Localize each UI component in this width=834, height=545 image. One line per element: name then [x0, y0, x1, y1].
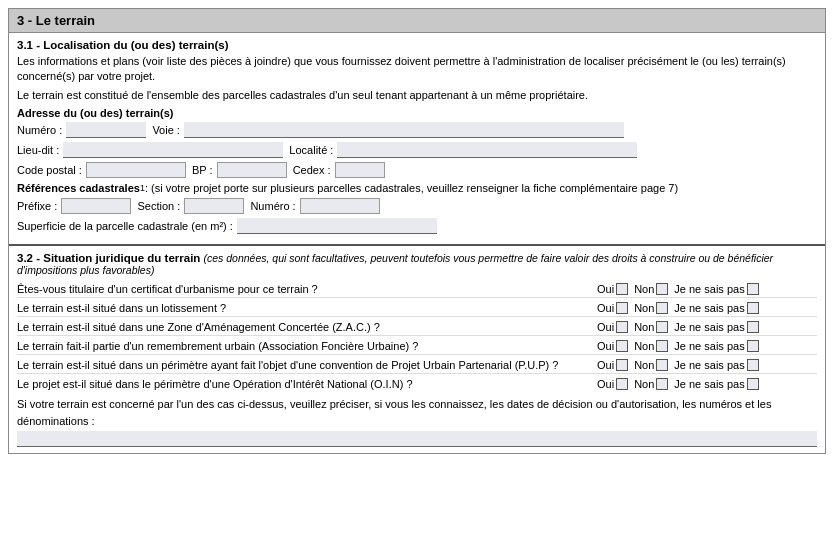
- adresse-label: Adresse du (ou des) terrain(s): [17, 107, 817, 119]
- section-cad-input[interactable]: [184, 198, 244, 214]
- checkbox-non-3[interactable]: [656, 321, 668, 333]
- subsection2-title: 3.2 - Situation juridique du terrain: [17, 252, 200, 264]
- checkbox-saispas-6[interactable]: [747, 378, 759, 390]
- final-label: Si votre terrain est concerné par l'un d…: [17, 398, 771, 427]
- checkbox-oui-3[interactable]: [616, 321, 628, 333]
- answer-saispas-4: Je ne sais pas: [674, 340, 758, 352]
- bp-input[interactable]: [217, 162, 287, 178]
- answer-oui-1: Oui: [597, 283, 628, 295]
- answer-group-5: Oui Non Je ne sais pas: [597, 359, 817, 371]
- lieudit-input[interactable]: [63, 142, 283, 158]
- answer-oui-5: Oui: [597, 359, 628, 371]
- checkbox-non-4[interactable]: [656, 340, 668, 352]
- question-text-3: Le terrain est-il situé dans une Zone d'…: [17, 321, 597, 333]
- answer-oui-3: Oui: [597, 321, 628, 333]
- answer-saispas-2: Je ne sais pas: [674, 302, 758, 314]
- refs-desc: : (si votre projet porte sur plusieurs p…: [145, 182, 678, 194]
- localite-input[interactable]: [337, 142, 637, 158]
- voie-input[interactable]: [184, 122, 624, 138]
- answer-saispas-1: Je ne sais pas: [674, 283, 758, 295]
- localite-label: Localité :: [289, 144, 333, 156]
- checkbox-oui-2[interactable]: [616, 302, 628, 314]
- prefixe-label: Préfixe :: [17, 200, 57, 212]
- subsection1-title: 3.1 - Localisation du (ou des) terrain(s…: [17, 39, 817, 51]
- question-text-2: Le terrain est-il situé dans un lotissem…: [17, 302, 597, 314]
- answer-non-2: Non: [634, 302, 668, 314]
- answer-non-4: Non: [634, 340, 668, 352]
- question-text-4: Le terrain fait-il partie d'un remembrem…: [17, 340, 597, 352]
- answer-group-2: Oui Non Je ne sais pas: [597, 302, 817, 314]
- question-row-5: Le terrain est-il situé dans un périmètr…: [17, 357, 817, 374]
- numero-label: Numéro :: [17, 124, 62, 136]
- superficie-input[interactable]: [237, 218, 437, 234]
- checkbox-oui-6[interactable]: [616, 378, 628, 390]
- question-text-6: Le projet est-il situé dans le périmètre…: [17, 378, 597, 390]
- final-row: Si votre terrain est concerné par l'un d…: [17, 396, 817, 447]
- answer-oui-6: Oui: [597, 378, 628, 390]
- question-text-5: Le terrain est-il situé dans un périmètr…: [17, 359, 597, 371]
- checkbox-oui-5[interactable]: [616, 359, 628, 371]
- superficie-label: Superficie de la parcelle cadastrale (en…: [17, 220, 233, 232]
- section-title: 3 - Le terrain: [9, 9, 825, 33]
- checkbox-non-2[interactable]: [656, 302, 668, 314]
- answer-saispas-5: Je ne sais pas: [674, 359, 758, 371]
- prefixe-input[interactable]: [61, 198, 131, 214]
- question-row-3: Le terrain est-il situé dans une Zone d'…: [17, 319, 817, 336]
- answer-group-4: Oui Non Je ne sais pas: [597, 340, 817, 352]
- bp-label: BP :: [192, 164, 213, 176]
- checkbox-saispas-4[interactable]: [747, 340, 759, 352]
- numero-cad-label: Numéro :: [250, 200, 295, 212]
- answer-group-1: Oui Non Je ne sais pas: [597, 283, 817, 295]
- voie-label: Voie :: [152, 124, 180, 136]
- checkbox-saispas-3[interactable]: [747, 321, 759, 333]
- codepostal-input[interactable]: [86, 162, 186, 178]
- refs-label: Références cadastrales: [17, 182, 140, 194]
- cedex-label: Cedex :: [293, 164, 331, 176]
- answer-non-6: Non: [634, 378, 668, 390]
- question-row-2: Le terrain est-il situé dans un lotissem…: [17, 300, 817, 317]
- numero-cad-input[interactable]: [300, 198, 380, 214]
- codepostal-label: Code postal :: [17, 164, 82, 176]
- desc2: Le terrain est constitué de l'ensemble d…: [17, 88, 817, 103]
- checkbox-non-6[interactable]: [656, 378, 668, 390]
- desc1: Les informations et plans (voir liste de…: [17, 54, 817, 85]
- answer-non-5: Non: [634, 359, 668, 371]
- checkbox-non-5[interactable]: [656, 359, 668, 371]
- answer-oui-4: Oui: [597, 340, 628, 352]
- checkbox-saispas-5[interactable]: [747, 359, 759, 371]
- answer-group-6: Oui Non Je ne sais pas: [597, 378, 817, 390]
- answer-saispas-3: Je ne sais pas: [674, 321, 758, 333]
- question-row-4: Le terrain fait-il partie d'un remembrem…: [17, 338, 817, 355]
- answer-group-3: Oui Non Je ne sais pas: [597, 321, 817, 333]
- checkbox-oui-4[interactable]: [616, 340, 628, 352]
- question-row-6: Le projet est-il situé dans le périmètre…: [17, 376, 817, 392]
- section-cad-label: Section :: [137, 200, 180, 212]
- lieudit-label: Lieu-dit :: [17, 144, 59, 156]
- checkbox-saispas-2[interactable]: [747, 302, 759, 314]
- answer-saispas-6: Je ne sais pas: [674, 378, 758, 390]
- checkbox-oui-1[interactable]: [616, 283, 628, 295]
- answer-non-3: Non: [634, 321, 668, 333]
- cedex-input[interactable]: [335, 162, 385, 178]
- numero-input[interactable]: [66, 122, 146, 138]
- answer-oui-2: Oui: [597, 302, 628, 314]
- question-text-1: Êtes-vous titulaire d'un certificat d'ur…: [17, 283, 597, 295]
- checkbox-non-1[interactable]: [656, 283, 668, 295]
- final-input[interactable]: [17, 431, 817, 447]
- question-row-1: Êtes-vous titulaire d'un certificat d'ur…: [17, 281, 817, 298]
- answer-non-1: Non: [634, 283, 668, 295]
- checkbox-saispas-1[interactable]: [747, 283, 759, 295]
